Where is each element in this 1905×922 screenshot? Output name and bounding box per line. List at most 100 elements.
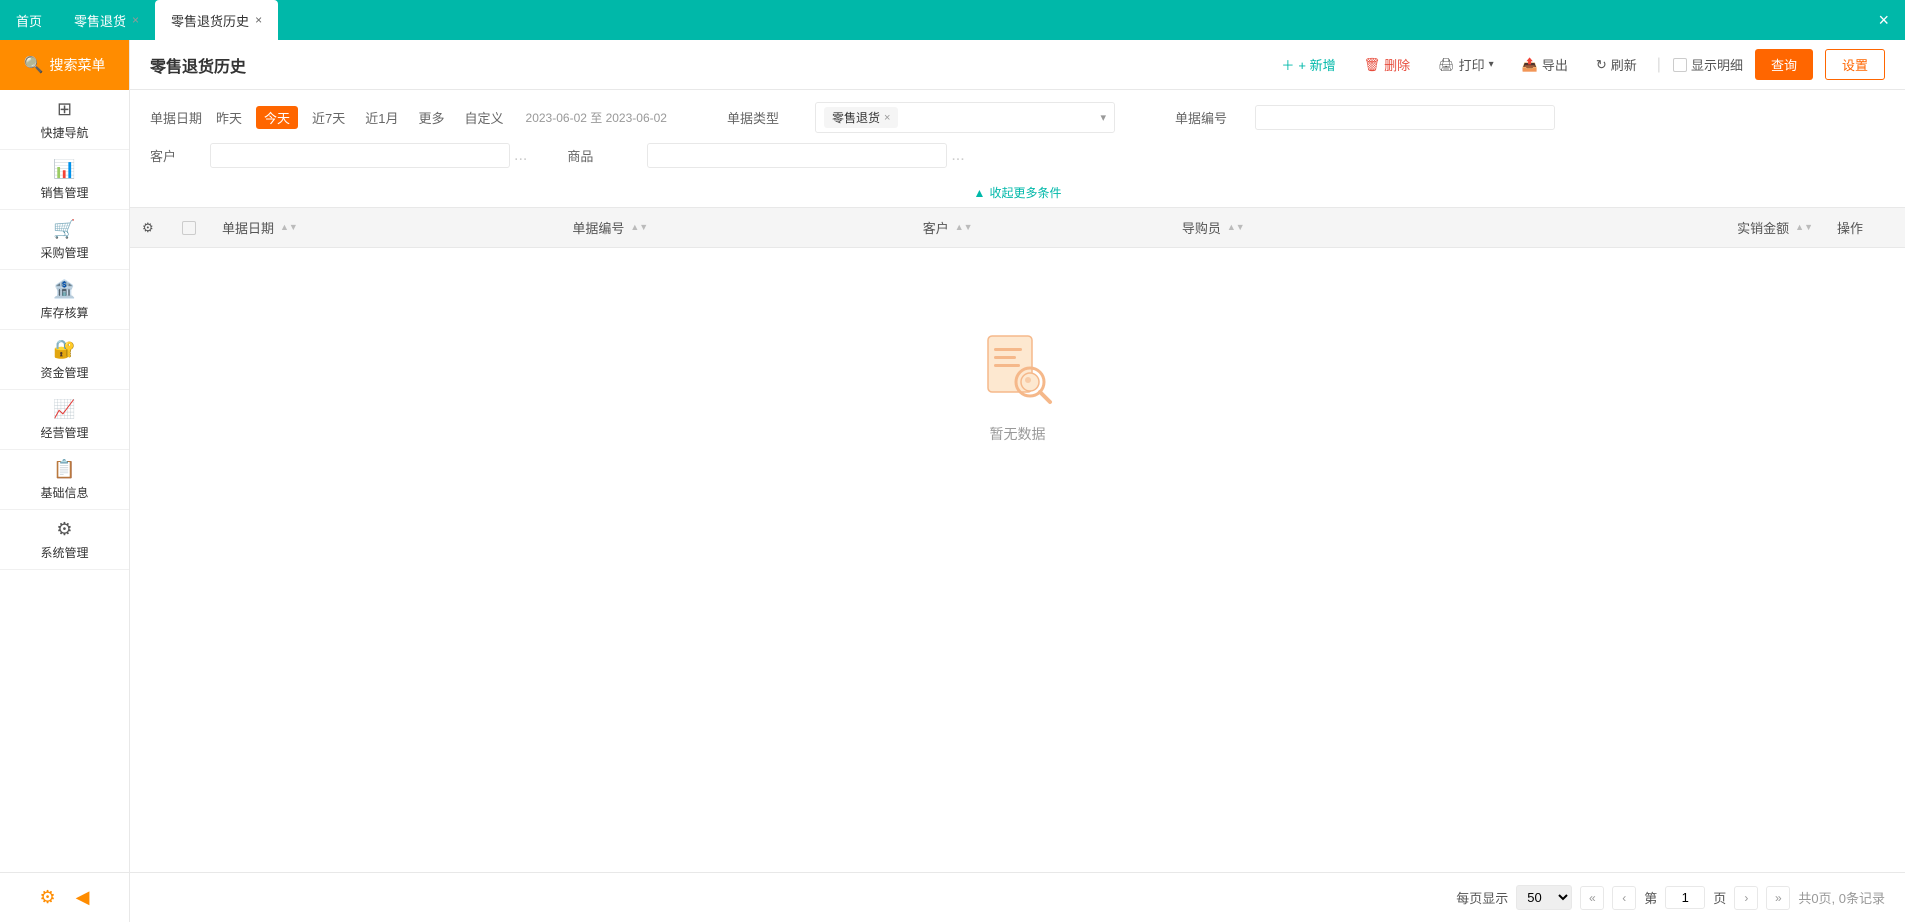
tab-home-label: 首页 bbox=[16, 11, 42, 30]
table-header: ⚙ 单据日期 ▲▼ 单据编号 bbox=[130, 208, 1905, 248]
export-button[interactable]: 📤 导出 bbox=[1514, 51, 1576, 78]
th-doc-date-label: 单据日期 bbox=[222, 218, 274, 237]
last-page-button[interactable]: » bbox=[1766, 886, 1790, 910]
doc-number-sort[interactable]: ▲▼ bbox=[630, 223, 648, 232]
date-opt-more[interactable]: 更多 bbox=[413, 106, 451, 129]
sidebar-item-sales-mgmt-label: 销售管理 bbox=[40, 184, 88, 201]
th-checkbox[interactable] bbox=[170, 208, 210, 248]
print-icon: 🖨 bbox=[1438, 57, 1455, 73]
type-selector[interactable]: 零售退货 × ▾ bbox=[815, 102, 1115, 133]
th-doc-date[interactable]: 单据日期 ▲▼ bbox=[210, 208, 560, 248]
page-goto-label: 第 bbox=[1644, 888, 1657, 907]
system-icon: ⚙ bbox=[56, 519, 72, 540]
th-guide[interactable]: 导购员 ▲▼ bbox=[1170, 208, 1475, 248]
show-detail-container: 显示明细 bbox=[1673, 55, 1743, 74]
collapse-bar[interactable]: ▲ 收起更多条件 bbox=[150, 178, 1885, 207]
type-tag-remove[interactable]: × bbox=[884, 112, 890, 124]
column-settings-icon[interactable]: ⚙ bbox=[142, 220, 154, 235]
sidebar-item-inventory[interactable]: 🏦 库存核算 bbox=[0, 270, 129, 330]
goods-dots: ... bbox=[951, 147, 964, 165]
guide-sort[interactable]: ▲▼ bbox=[1227, 223, 1245, 232]
th-guide-label: 导购员 bbox=[1182, 218, 1221, 237]
sidebar-item-purchase-mgmt[interactable]: 🛒 采购管理 bbox=[0, 210, 129, 270]
sidebar-item-operations-mgmt-label: 经营管理 bbox=[40, 424, 88, 441]
customer-input[interactable] bbox=[210, 143, 510, 168]
prev-page-button[interactable]: ‹ bbox=[1612, 886, 1636, 910]
tab-retail-return-history[interactable]: 零售退货历史 × bbox=[155, 0, 278, 40]
refresh-button[interactable]: ↻ 刷新 bbox=[1588, 51, 1645, 78]
type-dropdown-arrow: ▾ bbox=[1100, 111, 1106, 124]
export-icon: 📤 bbox=[1522, 57, 1538, 73]
filter-area: 单据日期 昨天 今天 近7天 近1月 更多 自定义 2023-06-02 至 2… bbox=[130, 90, 1905, 208]
search-icon: 🔍 bbox=[24, 55, 44, 75]
th-doc-number-label: 单据编号 bbox=[572, 218, 624, 237]
sidebar-item-quick-nav-label: 快捷导航 bbox=[40, 124, 88, 141]
sidebar-item-system-mgmt[interactable]: ⚙ 系统管理 bbox=[0, 510, 129, 570]
sidebar-item-sales-mgmt[interactable]: 📊 销售管理 bbox=[0, 150, 129, 210]
doc-number-filter-label: 单据编号 bbox=[1175, 108, 1255, 127]
th-customer[interactable]: 客户 ▲▼ bbox=[911, 208, 1170, 248]
sidebar-item-basic-info[interactable]: 📋 基础信息 bbox=[0, 450, 129, 510]
sidebar-item-basic-info-label: 基础信息 bbox=[40, 484, 88, 501]
print-button[interactable]: 🖨 打印 ▾ bbox=[1430, 51, 1502, 78]
new-icon: ＋ bbox=[1281, 55, 1294, 74]
th-customer-label: 客户 bbox=[923, 218, 949, 237]
select-all-checkbox[interactable] bbox=[182, 221, 196, 235]
page-number-input[interactable] bbox=[1665, 886, 1705, 909]
window-close-button[interactable]: × bbox=[1862, 10, 1905, 31]
date-opt-1month[interactable]: 近1月 bbox=[359, 106, 404, 129]
content-area: 零售退货历史 ＋ + 新增 🗑 删除 🖨 打印 ▾ 📤 导出 bbox=[130, 40, 1905, 922]
settings-bottom-icon[interactable]: ⚙ bbox=[40, 887, 56, 908]
page-size-select[interactable]: 10 20 50 100 bbox=[1516, 885, 1572, 910]
refresh-label: 刷新 bbox=[1611, 55, 1637, 74]
date-opt-today[interactable]: 今天 bbox=[256, 106, 298, 129]
filter-row-customer: 客户 ... 商品 ... bbox=[150, 143, 1885, 168]
doc-date-sort[interactable]: ▲▼ bbox=[280, 223, 298, 232]
print-dropdown-arrow: ▾ bbox=[1489, 59, 1494, 70]
new-label: + 新增 bbox=[1298, 55, 1335, 74]
type-tag: 零售退货 × bbox=[824, 107, 898, 128]
collapse-sidebar-icon[interactable]: ◀ bbox=[76, 887, 90, 908]
inventory-icon: 🏦 bbox=[53, 279, 75, 300]
actual-amount-sort[interactable]: ▲▼ bbox=[1795, 223, 1813, 232]
date-opt-7days[interactable]: 近7天 bbox=[306, 106, 351, 129]
th-actual-amount[interactable]: 实销金额 ▲▼ bbox=[1475, 208, 1825, 248]
tab-retail-return-history-close[interactable]: × bbox=[255, 13, 262, 27]
search-menu-label: 搜索菜单 bbox=[49, 55, 105, 75]
date-opt-custom[interactable]: 自定义 bbox=[459, 106, 510, 129]
delete-label: 删除 bbox=[1384, 55, 1410, 74]
page-title: 零售退货历史 bbox=[150, 53, 1273, 77]
sidebar-item-quick-nav[interactable]: ⊞ 快捷导航 bbox=[0, 90, 129, 150]
show-detail-checkbox[interactable] bbox=[1673, 58, 1687, 72]
refresh-icon: ↻ bbox=[1596, 57, 1607, 73]
delete-button[interactable]: 🗑 删除 bbox=[1356, 51, 1419, 78]
tab-home[interactable]: 首页 bbox=[0, 0, 58, 40]
new-button[interactable]: ＋ + 新增 bbox=[1273, 51, 1343, 78]
next-page-button[interactable]: › bbox=[1734, 886, 1758, 910]
customer-filter-label: 客户 bbox=[150, 146, 210, 165]
search-menu-button[interactable]: 🔍 搜索菜单 bbox=[0, 40, 129, 90]
th-doc-number[interactable]: 单据编号 ▲▼ bbox=[560, 208, 910, 248]
sidebar-item-finance-mgmt-label: 资金管理 bbox=[40, 364, 88, 381]
first-page-button[interactable]: « bbox=[1580, 886, 1604, 910]
tab-retail-return[interactable]: 零售退货 × bbox=[58, 0, 155, 40]
settings-button[interactable]: 设置 bbox=[1825, 49, 1885, 80]
goods-input[interactable] bbox=[647, 143, 947, 168]
page-of-label: 页 bbox=[1713, 888, 1726, 907]
print-label: 打印 bbox=[1459, 55, 1485, 74]
th-operations: 操作 bbox=[1825, 208, 1905, 248]
date-opt-yesterday[interactable]: 昨天 bbox=[210, 106, 248, 129]
collapse-label: 收起更多条件 bbox=[989, 184, 1061, 201]
sidebar-item-inventory-label: 库存核算 bbox=[40, 304, 88, 321]
tab-retail-return-close[interactable]: × bbox=[132, 13, 139, 27]
action-separator: | bbox=[1657, 56, 1661, 74]
customer-sort[interactable]: ▲▼ bbox=[955, 223, 973, 232]
doc-number-input[interactable] bbox=[1255, 105, 1555, 130]
th-settings[interactable]: ⚙ bbox=[130, 208, 170, 248]
empty-state-icon bbox=[978, 328, 1058, 408]
sidebar-item-operations-mgmt[interactable]: 📈 经营管理 bbox=[0, 390, 129, 450]
show-detail-label: 显示明细 bbox=[1691, 55, 1743, 74]
query-button[interactable]: 查询 bbox=[1755, 49, 1813, 80]
sidebar-item-finance-mgmt[interactable]: 🔐 资金管理 bbox=[0, 330, 129, 390]
type-filter-label: 单据类型 bbox=[727, 108, 807, 127]
